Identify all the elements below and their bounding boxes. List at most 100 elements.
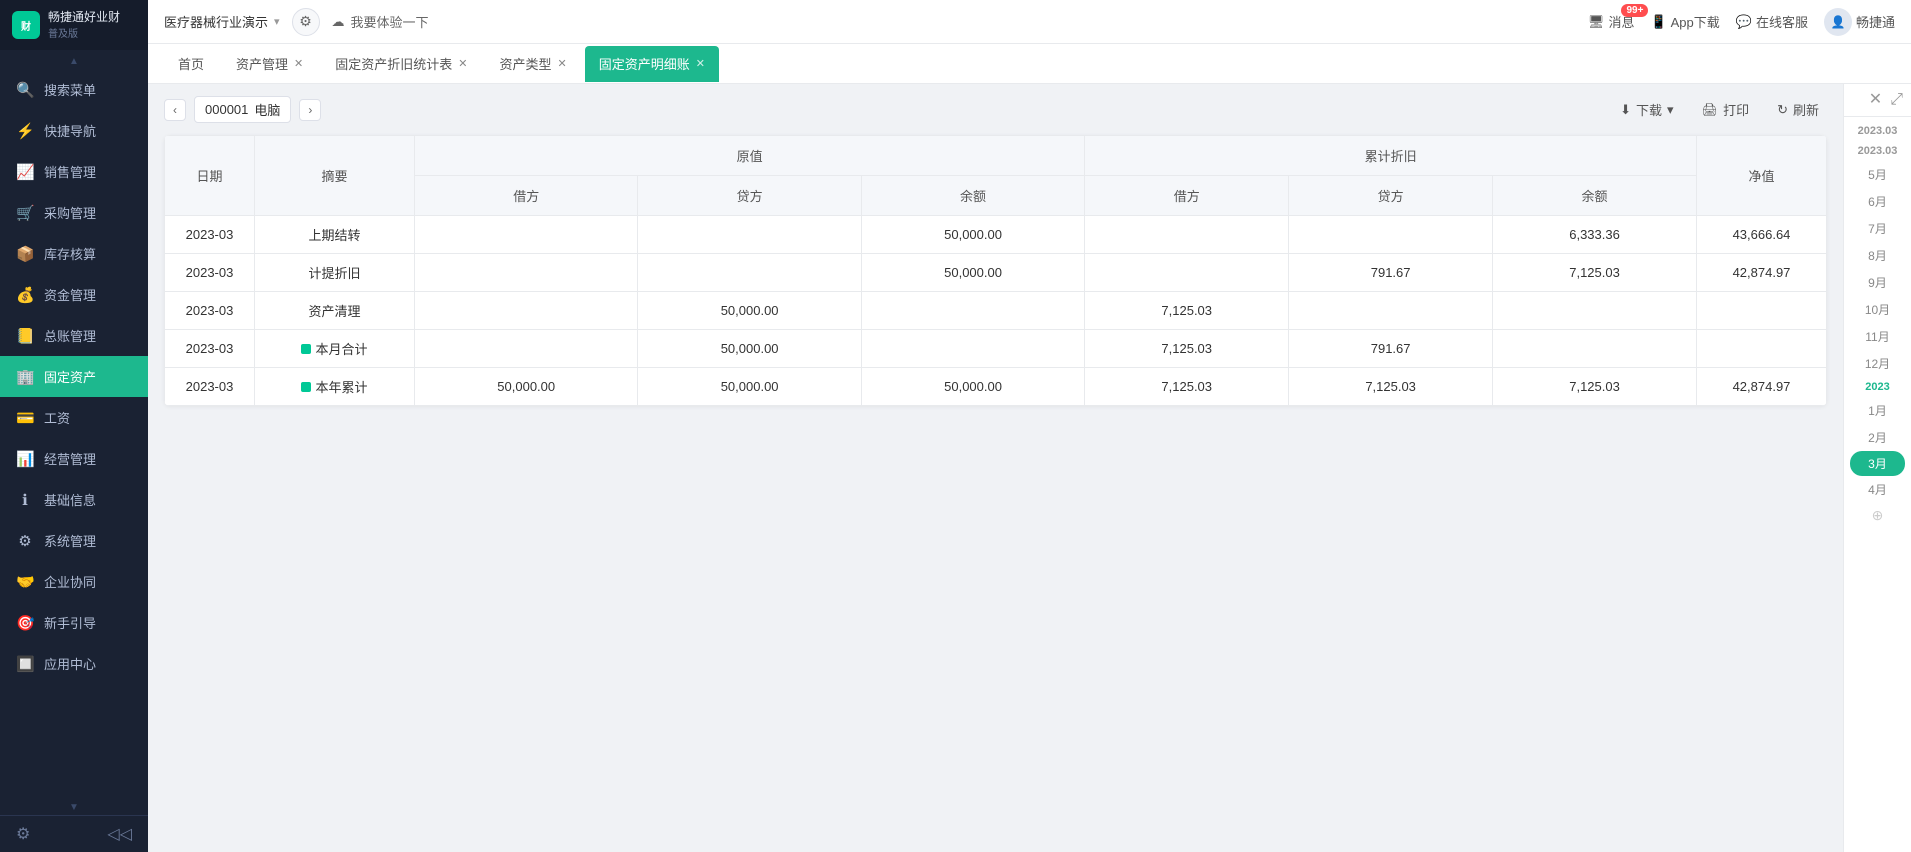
scroll-down-indicator: ▼	[0, 796, 148, 815]
th-dep-balance: 余额	[1493, 176, 1697, 216]
sidebar-item-system[interactable]: ⚙ 系统管理	[0, 520, 148, 561]
cell-dep-balance-1: 6,333.36	[1493, 216, 1697, 254]
timeline-scroll-down-icon[interactable]: ⊕	[1844, 503, 1911, 528]
ledger-icon: 📒	[16, 327, 34, 345]
th-summary: 摘要	[255, 136, 415, 216]
cell-net-3	[1697, 292, 1827, 330]
sidebar-item-quick-nav[interactable]: ⚡ 快捷导航	[0, 110, 148, 151]
cell-summary-2[interactable]: 计提折旧	[255, 254, 415, 292]
tab-asset-detail-close-icon[interactable]: ✕	[696, 57, 705, 70]
download-label: 下载	[1636, 100, 1662, 119]
timeline-month-7[interactable]: 7月	[1844, 215, 1911, 242]
print-button[interactable]: 🖨 打印	[1694, 96, 1758, 123]
timeline-month-12[interactable]: 12月	[1844, 350, 1911, 377]
topbar-right: 🖥 消息 99+ 📱 App下载 💬 在线客服 👤 畅捷通	[1588, 8, 1895, 36]
asset-header: ‹ 000001 电脑 › ⬇ 下载 ▾ 🖨 打印	[164, 96, 1827, 123]
download-icon: ⬇	[1620, 102, 1631, 118]
table-row: 2023-03 资产清理 50,000.00 7,125.03	[165, 292, 1827, 330]
sidebar-item-purchase[interactable]: 🛒 采购管理	[0, 192, 148, 233]
next-asset-button[interactable]: ›	[299, 99, 321, 121]
download-chevron-icon: ▾	[1667, 102, 1674, 118]
timeline-month-6[interactable]: 6月	[1844, 188, 1911, 215]
asset-detail-table: 日期 摘要 原值 累计折旧 净值 借方 贷方 余额 借方 贷方 余额	[164, 135, 1827, 406]
sidebar-item-fixed-assets[interactable]: 🏢 固定资产	[0, 356, 148, 397]
cell-dep-balance-5: 7,125.03	[1493, 368, 1697, 406]
cell-date-1: 2023-03	[165, 216, 255, 254]
asset-id-badge: 000001 电脑	[194, 96, 291, 123]
sidebar-item-capital[interactable]: 💰 资金管理	[0, 274, 148, 315]
cell-dep-debit-1	[1085, 216, 1289, 254]
sidebar-item-payroll[interactable]: 💳 工资	[0, 397, 148, 438]
expand-panel-icon[interactable]: ⤢	[1890, 92, 1903, 108]
sidebar-item-label: 销售管理	[44, 162, 96, 181]
sidebar-item-guide[interactable]: 🎯 新手引导	[0, 602, 148, 643]
sidebar-item-sales[interactable]: 📈 销售管理	[0, 151, 148, 192]
company-selector[interactable]: 医疗器械行业演示 ▾	[164, 12, 280, 31]
cell-net-4	[1697, 330, 1827, 368]
timeline-month-4[interactable]: 4月	[1844, 476, 1911, 503]
company-name: 医疗器械行业演示	[164, 12, 268, 31]
sidebar-item-basic-info[interactable]: ℹ 基础信息	[0, 479, 148, 520]
notification-badge: 99+	[1621, 4, 1648, 17]
close-panel-icon[interactable]: ✕	[1869, 92, 1882, 108]
cell-orig-balance-5: 50,000.00	[861, 368, 1084, 406]
sidebar-item-label: 快捷导航	[44, 121, 96, 140]
sidebar-item-app-center[interactable]: 🔲 应用中心	[0, 643, 148, 684]
cell-orig-debit-5: 50,000.00	[415, 368, 638, 406]
sidebar-item-enterprise[interactable]: 🤝 企业协同	[0, 561, 148, 602]
timeline-month-11[interactable]: 11月	[1844, 323, 1911, 350]
experience-button[interactable]: ☁ 我要体验一下	[332, 12, 429, 31]
cell-dep-balance-2: 7,125.03	[1493, 254, 1697, 292]
refresh-button[interactable]: ↻ 刷新	[1769, 96, 1827, 123]
cell-net-5: 42,874.97	[1697, 368, 1827, 406]
timeline-month-5[interactable]: 5月	[1844, 161, 1911, 188]
timeline-month-3[interactable]: 3月	[1850, 451, 1905, 476]
summary-tag-text-5: 本年累计	[315, 377, 367, 396]
th-net-value: 净值	[1697, 136, 1827, 216]
tab-asset-mgmt-close-icon[interactable]: ✕	[294, 57, 303, 70]
customer-service-button[interactable]: 💬 在线客服	[1736, 12, 1808, 31]
app-download-button[interactable]: 📱 App下载	[1650, 12, 1719, 31]
timeline-month-2[interactable]: 2月	[1844, 424, 1911, 451]
notification-button[interactable]: 🖥 消息 99+	[1588, 12, 1635, 31]
system-icon: ⚙	[16, 532, 34, 550]
sidebar-item-search[interactable]: 🔍 搜索菜单	[0, 69, 148, 110]
collapse-sidebar-icon[interactable]: ◁◁	[107, 824, 132, 844]
tab-asset-mgmt[interactable]: 资产管理 ✕	[222, 46, 317, 82]
tab-depreciation-stats[interactable]: 固定资产折旧统计表 ✕	[321, 46, 481, 82]
operations-icon: 📊	[16, 450, 34, 468]
cell-dep-credit-2: 791.67	[1289, 254, 1493, 292]
print-label: 打印	[1723, 100, 1749, 119]
sidebar-scroll: 🔍 搜索菜单 ⚡ 快捷导航 📈 销售管理 🛒 采购管理 📦 库存核算 💰 资金管…	[0, 69, 148, 796]
tab-asset-type-label: 资产类型	[499, 54, 551, 73]
settings-footer-icon[interactable]: ⚙	[16, 824, 30, 844]
sidebar-item-inventory[interactable]: 📦 库存核算	[0, 233, 148, 274]
guide-icon: 🎯	[16, 614, 34, 632]
cell-dep-credit-4: 791.67	[1289, 330, 1493, 368]
payroll-icon: 💳	[16, 409, 34, 427]
sidebar-item-label: 企业协同	[44, 572, 96, 591]
inventory-icon: 📦	[16, 245, 34, 263]
sidebar-item-ledger[interactable]: 📒 总账管理	[0, 315, 148, 356]
user-profile-button[interactable]: 👤 畅捷通	[1824, 8, 1895, 36]
timeline-month-1[interactable]: 1月	[1844, 397, 1911, 424]
sidebar-item-label: 资金管理	[44, 285, 96, 304]
tab-asset-detail-label: 固定资产明细账	[599, 54, 690, 73]
topbar: 医疗器械行业演示 ▾ ⚙ ☁ 我要体验一下 🖥 消息 99+ 📱 App下载 💬…	[148, 0, 1911, 44]
sidebar-item-label: 总账管理	[44, 326, 96, 345]
download-button[interactable]: ⬇ 下载 ▾	[1612, 96, 1681, 123]
tab-home[interactable]: 首页	[164, 46, 218, 82]
main-area: 医疗器械行业演示 ▾ ⚙ ☁ 我要体验一下 🖥 消息 99+ 📱 App下载 💬…	[148, 0, 1911, 852]
topbar-settings-button[interactable]: ⚙	[292, 8, 320, 36]
timeline-month-8[interactable]: 8月	[1844, 242, 1911, 269]
sidebar-item-operations[interactable]: 📊 经营管理	[0, 438, 148, 479]
timeline-month-10[interactable]: 10月	[1844, 296, 1911, 323]
prev-asset-button[interactable]: ‹	[164, 99, 186, 121]
sidebar-item-label: 搜索菜单	[44, 80, 96, 99]
tab-depreciation-close-icon[interactable]: ✕	[458, 57, 467, 70]
tab-asset-type-close-icon[interactable]: ✕	[558, 57, 567, 70]
tabbar: 首页 资产管理 ✕ 固定资产折旧统计表 ✕ 资产类型 ✕ 固定资产明细账 ✕	[148, 44, 1911, 84]
tab-asset-detail[interactable]: 固定资产明细账 ✕	[585, 46, 719, 82]
tab-asset-type[interactable]: 资产类型 ✕	[485, 46, 580, 82]
timeline-month-9[interactable]: 9月	[1844, 269, 1911, 296]
